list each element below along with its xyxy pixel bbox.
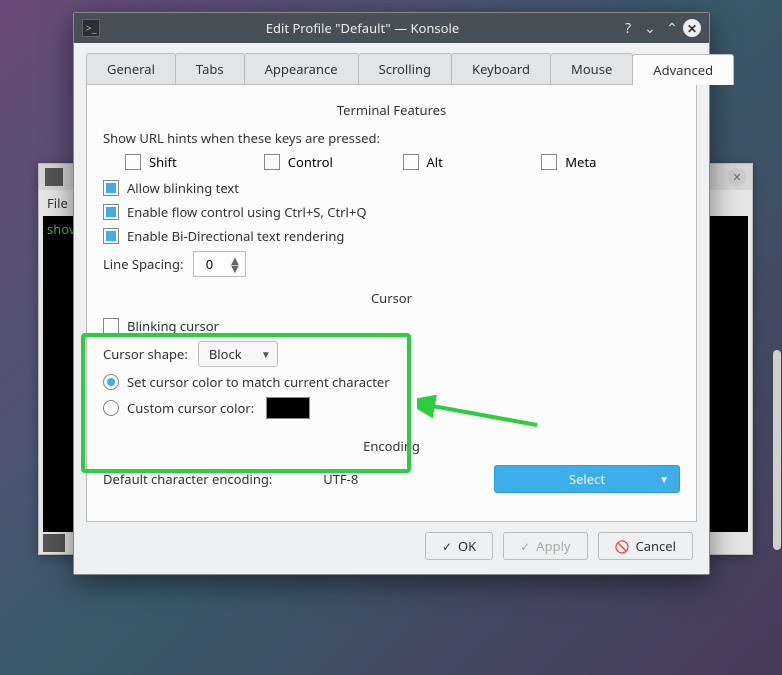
checkbox-flow-control[interactable] xyxy=(103,204,119,220)
custom-color-swatch[interactable] xyxy=(266,397,310,419)
checkbox-shift[interactable] xyxy=(125,154,141,170)
tab-tabs[interactable]: Tabs xyxy=(175,53,245,84)
close-icon[interactable]: ✕ xyxy=(683,19,701,37)
label-line-spacing: Line Spacing: xyxy=(103,255,183,273)
terminal-app-icon xyxy=(45,168,63,186)
radio-custom-color[interactable] xyxy=(103,400,119,416)
section-encoding: Encoding xyxy=(103,437,680,455)
label-control: Control xyxy=(288,153,333,171)
tab-keyboard[interactable]: Keyboard xyxy=(451,53,551,84)
encoding-select-button[interactable]: Select ▼ xyxy=(494,465,680,493)
window-title: Edit Profile "Default" — Konsole xyxy=(108,19,617,37)
label-bidi: Enable Bi-Directional text rendering xyxy=(127,227,344,245)
label-meta: Meta xyxy=(565,153,596,171)
checkbox-allow-blinking[interactable] xyxy=(103,180,119,196)
checkbox-bidi[interactable] xyxy=(103,228,119,244)
label-cursor-shape: Cursor shape: xyxy=(103,345,188,363)
checkbox-alt[interactable] xyxy=(403,154,419,170)
minimize-icon[interactable]: ⌄ xyxy=(639,17,661,39)
label-alt: Alt xyxy=(427,153,443,171)
label-default-encoding: Default character encoding: xyxy=(103,470,272,488)
line-spacing-spinner[interactable]: ▲▼ xyxy=(193,251,246,277)
checkbox-control[interactable] xyxy=(264,154,280,170)
ok-button[interactable]: ✓OK xyxy=(425,532,493,560)
cursor-shape-select[interactable]: Block ▼ xyxy=(198,341,278,367)
background-scrollbar[interactable] xyxy=(773,350,781,550)
encoding-select-label: Select xyxy=(569,470,605,488)
bg-terminal-text: shov xyxy=(47,220,75,238)
tab-general[interactable]: General xyxy=(86,53,176,84)
chevron-down-icon: ▼ xyxy=(261,347,271,361)
line-spacing-input[interactable] xyxy=(194,255,224,273)
cancel-icon: 🚫 xyxy=(615,538,630,555)
cancel-button[interactable]: 🚫Cancel xyxy=(598,532,693,560)
cursor-shape-value: Block xyxy=(209,345,242,363)
bg-close-icon[interactable]: ✕ xyxy=(728,168,746,186)
tab-appearance[interactable]: Appearance xyxy=(244,53,359,84)
url-hints-label: Show URL hints when these keys are press… xyxy=(103,129,680,147)
checkbox-meta[interactable] xyxy=(541,154,557,170)
maximize-icon[interactable]: ⌃ xyxy=(661,17,683,39)
app-icon: >_ xyxy=(82,19,100,37)
label-custom-color: Custom cursor color: xyxy=(127,399,254,417)
edit-profile-dialog: >_ Edit Profile "Default" — Konsole ? ⌄ … xyxy=(73,12,710,575)
encoding-value: UTF-8 xyxy=(323,470,443,488)
label-allow-blinking: Allow blinking text xyxy=(127,179,239,197)
spinner-down-icon[interactable]: ▼ xyxy=(228,264,241,272)
section-cursor: Cursor xyxy=(103,289,680,307)
tab-mouse[interactable]: Mouse xyxy=(550,53,633,84)
dialog-button-row: ✓OK ✓Apply 🚫Cancel xyxy=(86,522,697,562)
apply-button[interactable]: ✓Apply xyxy=(503,532,587,560)
label-match-color: Set cursor color to match current charac… xyxy=(127,373,390,391)
bg-statusbar-icon xyxy=(43,534,65,552)
check-icon: ✓ xyxy=(520,538,530,555)
tab-advanced[interactable]: Advanced xyxy=(632,54,734,85)
label-blinking-cursor: Blinking cursor xyxy=(127,317,219,335)
chevron-down-icon: ▼ xyxy=(659,472,669,486)
tab-scrolling[interactable]: Scrolling xyxy=(358,53,452,84)
radio-match-color[interactable] xyxy=(103,374,119,390)
label-shift: Shift xyxy=(149,153,177,171)
help-icon[interactable]: ? xyxy=(617,17,639,39)
check-icon: ✓ xyxy=(442,538,452,555)
titlebar[interactable]: >_ Edit Profile "Default" — Konsole ? ⌄ … xyxy=(74,13,709,43)
checkbox-blinking-cursor[interactable] xyxy=(103,318,119,334)
tab-content-advanced: Terminal Features Show URL hints when th… xyxy=(86,85,697,522)
section-terminal-features: Terminal Features xyxy=(103,101,680,119)
tabbar: General Tabs Appearance Scrolling Keyboa… xyxy=(86,53,697,85)
label-flow-control: Enable flow control using Ctrl+S, Ctrl+Q xyxy=(127,203,367,221)
